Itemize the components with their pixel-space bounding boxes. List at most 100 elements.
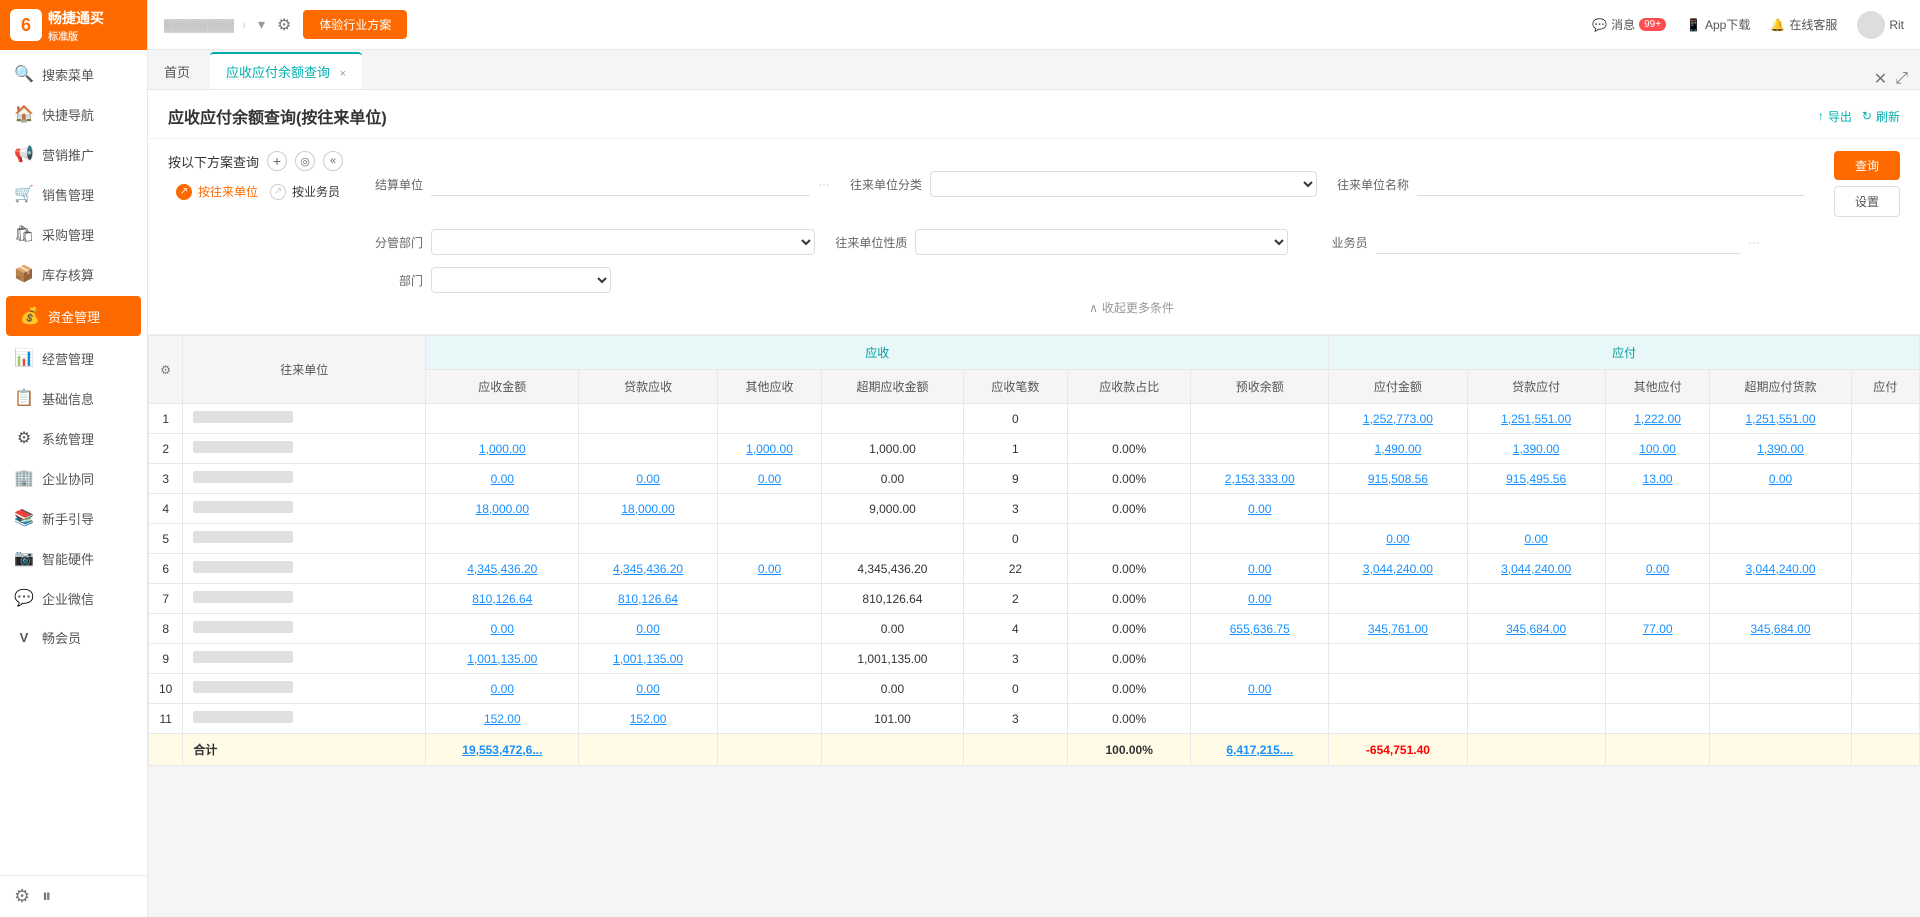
sidebar-item-system[interactable]: ⚙ 系统管理: [0, 418, 147, 458]
table-row: 80.000.000.0040.00%655,636.75345,761.003…: [149, 614, 1920, 644]
sidebar-item-quick-nav[interactable]: 🏠 快捷导航: [0, 94, 147, 134]
collapse-bar[interactable]: ∧ 收起更多条件: [363, 293, 1900, 322]
partner-nature-select[interactable]: [915, 229, 1287, 255]
total-recv-advance[interactable]: 6,417,215....: [1191, 734, 1329, 766]
col-recv-advance: 预收余额: [1191, 370, 1329, 404]
sidebar-item-marketing[interactable]: 📢 营销推广: [0, 134, 147, 174]
total-row-num: [149, 734, 183, 766]
salesperson-label: 业务员: [1308, 234, 1368, 251]
filter-target-button[interactable]: ◎: [295, 151, 315, 171]
filter-settlement-unit: 结算单位 ···: [363, 173, 830, 196]
salesperson-dots[interactable]: ···: [1748, 235, 1760, 249]
col-pay-other: 其他应付: [1605, 370, 1710, 404]
filter-collapse-button[interactable]: «: [323, 151, 343, 171]
sidebar-item-guide[interactable]: 📚 新手引导: [0, 498, 147, 538]
filter-by-partner[interactable]: ↗ 按往来单位: [176, 183, 258, 200]
app-download-label: App下载: [1705, 16, 1750, 33]
filter-add-button[interactable]: +: [267, 151, 287, 171]
settings-button[interactable]: 设置: [1834, 186, 1900, 217]
partner-name: [183, 674, 426, 704]
table-row: 101,252,773.001,251,551.001,222.001,251,…: [149, 404, 1920, 434]
sidebar-item-wechat[interactable]: 💬 企业微信: [0, 578, 147, 618]
marketing-icon: 📢: [14, 144, 34, 164]
solution-button[interactable]: 体验行业方案: [303, 10, 407, 39]
sidebar-item-label: 企业协同: [42, 469, 94, 488]
user-info[interactable]: Rit: [1857, 11, 1904, 39]
online-service-btn[interactable]: 🔔 在线客服: [1770, 16, 1837, 33]
user-avatar: [1857, 11, 1885, 39]
partner-category-select[interactable]: [930, 171, 1317, 197]
partner-name-input[interactable]: [1417, 173, 1804, 196]
nav-dropdown-icon[interactable]: ▾: [258, 16, 265, 33]
table-row: 21,000.001,000.001,000.0010.00%1,490.001…: [149, 434, 1920, 464]
sidebar-item-label: 采购管理: [42, 225, 94, 244]
partner-name: [183, 494, 426, 524]
partner-category-label: 往来单位分类: [850, 176, 922, 193]
sidebar-item-hardware[interactable]: 📷 智能硬件: [0, 538, 147, 578]
sidebar-item-search[interactable]: 🔍 搜索菜单: [0, 54, 147, 94]
close-window-icon[interactable]: ✕: [1874, 69, 1887, 89]
breadcrumb: ▓▓▓▓▓▓▓▓ ›: [164, 18, 246, 32]
tab-close-icon[interactable]: ×: [340, 68, 346, 80]
sidebar: 6 畅捷通买 标准版 🔍 搜索菜单 🏠 快捷导航 📢 营销推广 🛒 销售管理 🛍…: [0, 0, 148, 917]
filter-option2-label: 按业务员: [292, 183, 340, 200]
sidebar-item-basic[interactable]: 📋 基础信息: [0, 378, 147, 418]
salesperson-input[interactable]: [1376, 231, 1740, 254]
query-button[interactable]: 查询: [1834, 151, 1900, 180]
footer-settings-icon[interactable]: ⚙: [14, 886, 30, 907]
total-recv-amount[interactable]: 19,553,472,6...: [426, 734, 579, 766]
total-recv-loan: [579, 734, 717, 766]
sidebar-item-enterprise[interactable]: 🏢 企业协同: [0, 458, 147, 498]
export-button[interactable]: ↑ 导出: [1818, 108, 1852, 125]
sidebar-item-purchase[interactable]: 🛍 采购管理: [0, 214, 147, 254]
table-settings-icon[interactable]: ⚙: [160, 363, 171, 377]
filter-salesperson: 业务员 ···: [1308, 231, 1760, 254]
download-icon: 📱: [1686, 18, 1701, 32]
footer-collapse-icon[interactable]: ⏸: [42, 886, 51, 907]
sidebar-item-sales[interactable]: 🛒 销售管理: [0, 174, 147, 214]
home-icon: 🏠: [14, 104, 34, 124]
partner-option-icon: ↗: [176, 184, 192, 200]
messages-btn[interactable]: 💬 消息 99+: [1592, 16, 1666, 33]
sidebar-item-finance[interactable]: 💰 资金管理: [6, 296, 141, 336]
basic-icon: 📋: [14, 388, 34, 408]
page-header: 应收应付余额查询(按往来单位) ↑ 导出 ↻ 刷新: [148, 90, 1920, 139]
total-pay-overdue: [1710, 734, 1851, 766]
inventory-icon: 📦: [14, 264, 34, 284]
filter-option1-label: 按往来单位: [198, 183, 258, 200]
settlement-unit-input[interactable]: [431, 173, 810, 196]
partner-name: [183, 524, 426, 554]
col-recv-count: 应收笔数: [963, 370, 1068, 404]
total-recv-count: [963, 734, 1068, 766]
sidebar-item-label: 智能硬件: [42, 549, 94, 568]
settlement-dots[interactable]: ···: [818, 177, 830, 191]
online-service-label: 在线客服: [1789, 16, 1837, 33]
gear-icon[interactable]: ⚙: [277, 15, 291, 35]
sidebar-item-label: 搜索菜单: [42, 65, 94, 84]
tab-home[interactable]: 首页: [148, 54, 206, 89]
sidebar-item-label: 系统管理: [42, 429, 94, 448]
partner-name: [183, 434, 426, 464]
query-buttons: 查询 设置: [1824, 151, 1900, 217]
edition-label: 标准版: [48, 28, 104, 43]
table-row: 418,000.0018,000.009,000.0030.00%0.00: [149, 494, 1920, 524]
message-icon: 💬: [1592, 18, 1607, 32]
col-recv-other: 其他应收: [717, 370, 822, 404]
partner-name: [183, 464, 426, 494]
dept-mgmt-label: 分管部门: [363, 234, 423, 251]
filter-section: 按以下方案查询 + ◎ « ↗ 按往来单位: [148, 139, 1920, 335]
total-row: 合计 19,553,472,6... 100.00% 6,417,215....…: [149, 734, 1920, 766]
dept-mgmt-select[interactable]: [431, 229, 815, 255]
filter-by-salesperson[interactable]: ↗ 按业务员: [270, 183, 340, 200]
maximize-icon[interactable]: ⤢: [1895, 70, 1908, 88]
sidebar-item-operation[interactable]: 📊 经营管理: [0, 338, 147, 378]
app-download-btn[interactable]: 📱 App下载: [1686, 16, 1750, 33]
collapse-icon: ∧: [1089, 301, 1098, 315]
sidebar-item-inventory[interactable]: 📦 库存核算: [0, 254, 147, 294]
sales-icon: 🛒: [14, 184, 34, 204]
tabs-actions: ✕ ⤢: [1862, 69, 1920, 89]
tab-receivable-payable[interactable]: 应收应付余额查询 ×: [210, 52, 362, 89]
sidebar-item-member[interactable]: V 畅会员: [0, 618, 147, 657]
dept-select[interactable]: [431, 267, 611, 293]
refresh-button[interactable]: ↻ 刷新: [1862, 108, 1900, 125]
